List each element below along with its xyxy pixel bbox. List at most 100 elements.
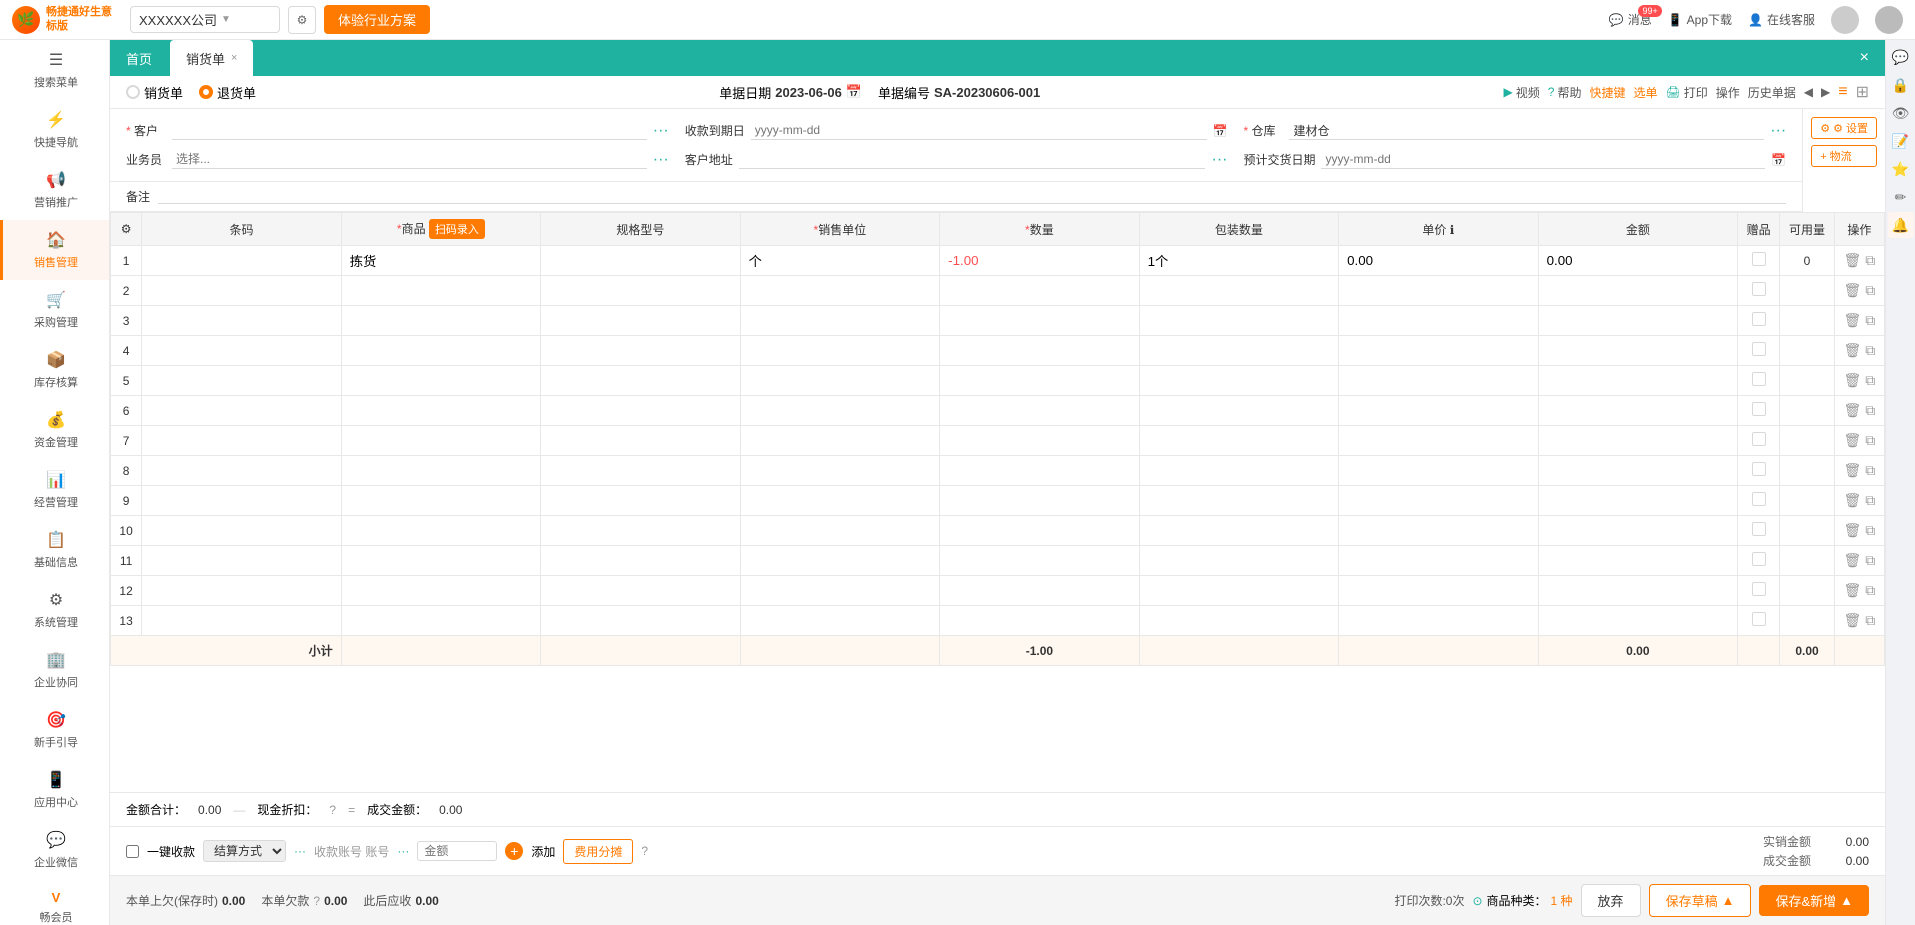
customer-addr-input[interactable] xyxy=(739,150,1206,169)
row-product-11[interactable] xyxy=(341,576,540,606)
row-unit-9[interactable] xyxy=(740,516,939,546)
row-barcode-10[interactable] xyxy=(142,546,341,576)
row-quantity-6[interactable] xyxy=(940,426,1139,456)
row-pkgqty-12[interactable] xyxy=(1139,606,1338,636)
row-spec-8[interactable] xyxy=(541,486,740,516)
row-delete-icon[interactable]: 🗑 xyxy=(1843,432,1861,449)
row-gift-6[interactable] xyxy=(1738,426,1780,456)
avatar[interactable] xyxy=(1831,6,1859,34)
row-amount-12[interactable] xyxy=(1538,606,1737,636)
payment-amount-input[interactable] xyxy=(417,841,497,861)
row-amount-3[interactable] xyxy=(1538,336,1737,366)
help-btn[interactable]: ? 帮助 xyxy=(1548,84,1582,101)
row-barcode-1[interactable] xyxy=(142,276,341,306)
row-delete-icon[interactable]: 🗑 xyxy=(1843,582,1861,599)
row-product-0[interactable] xyxy=(341,246,540,276)
row-product-7[interactable] xyxy=(341,456,540,486)
row-pkgqty-5[interactable] xyxy=(1139,396,1338,426)
row-pkgqty-8[interactable] xyxy=(1139,486,1338,516)
sidebar-item-guide[interactable]: 🎯 新手引导 xyxy=(0,700,109,760)
settings-action-btn[interactable]: ⚙ ⚙ 设置 xyxy=(1811,117,1877,139)
row-barcode-8[interactable] xyxy=(142,486,341,516)
sidebar-item-operations[interactable]: 📊 经营管理 xyxy=(0,460,109,520)
row-delete-icon[interactable]: 🗑 xyxy=(1843,342,1861,359)
row-product-3[interactable] xyxy=(341,336,540,366)
fee-split-btn[interactable]: 费用分摊 xyxy=(563,839,633,864)
row-unit-4[interactable] xyxy=(740,366,939,396)
row-product-6[interactable] xyxy=(341,426,540,456)
sidebar-item-marketing[interactable]: 📢 营销推广 xyxy=(0,160,109,220)
customer-input[interactable] xyxy=(172,121,647,140)
row-unitprice-10[interactable] xyxy=(1339,546,1538,576)
row-unitprice-9[interactable] xyxy=(1339,516,1538,546)
row-amount-5[interactable] xyxy=(1538,396,1737,426)
list-view-icon[interactable]: ≡ xyxy=(1838,83,1847,101)
row-gift-11[interactable] xyxy=(1738,576,1780,606)
row-quantity-2[interactable] xyxy=(940,306,1139,336)
row-quantity-0[interactable] xyxy=(940,246,1139,276)
row-amount-7[interactable] xyxy=(1538,456,1737,486)
row-product-2[interactable] xyxy=(341,306,540,336)
sidebar-item-sales[interactable]: 🏠 销售管理 xyxy=(0,220,109,280)
logistics-action-btn[interactable]: + 物流 xyxy=(1811,145,1877,167)
sidebar-item-quick-nav[interactable]: ⚡ 快捷导航 xyxy=(0,100,109,160)
row-unitprice-7[interactable] xyxy=(1339,456,1538,486)
row-product-9[interactable] xyxy=(341,516,540,546)
row-delete-icon[interactable]: 🗑 xyxy=(1843,252,1861,269)
operate-btn[interactable]: 操作 xyxy=(1716,84,1740,101)
sidebar-item-purchase[interactable]: 🛒 采购管理 xyxy=(0,280,109,340)
row-gift-2[interactable] xyxy=(1738,306,1780,336)
row-gift-0[interactable] xyxy=(1738,246,1780,276)
row-unitprice-11[interactable] xyxy=(1339,576,1538,606)
tab-sales-order[interactable]: 销货单 × xyxy=(170,40,253,76)
row-product-10[interactable] xyxy=(341,546,540,576)
row-product-4[interactable] xyxy=(341,366,540,396)
row-unit-10[interactable] xyxy=(740,546,939,576)
row-unitprice-3[interactable] xyxy=(1339,336,1538,366)
row-unit-0[interactable] xyxy=(740,246,939,276)
row-unit-2[interactable] xyxy=(740,306,939,336)
row-copy-icon[interactable]: ⧉ xyxy=(1865,552,1875,569)
row-gift-4[interactable] xyxy=(1738,366,1780,396)
row-amount-0[interactable] xyxy=(1538,246,1737,276)
online-service-action[interactable]: 👤 在线客服 xyxy=(1748,11,1815,28)
payment-due-input[interactable] xyxy=(751,121,1207,140)
row-unit-3[interactable] xyxy=(740,336,939,366)
rp-eye-btn[interactable]: 👁 xyxy=(1888,100,1914,126)
row-spec-7[interactable] xyxy=(541,456,740,486)
row-pkgqty-0[interactable] xyxy=(1139,246,1338,276)
row-unit-8[interactable] xyxy=(740,486,939,516)
remark-input[interactable] xyxy=(158,189,1786,204)
rp-note-btn[interactable]: 📝 xyxy=(1888,128,1914,154)
row-delete-icon[interactable]: 🗑 xyxy=(1843,522,1861,539)
scan-button[interactable]: 扫码录入 xyxy=(429,219,485,239)
save-draft-button[interactable]: 保存草稿 ▲ xyxy=(1649,884,1752,917)
row-copy-icon[interactable]: ⧉ xyxy=(1865,432,1875,449)
row-unit-12[interactable] xyxy=(740,606,939,636)
message-action[interactable]: 💬 消息 99+ xyxy=(1609,11,1652,28)
row-unitprice-0[interactable] xyxy=(1339,246,1538,276)
row-gift-3[interactable] xyxy=(1738,336,1780,366)
row-spec-3[interactable] xyxy=(541,336,740,366)
row-delete-icon[interactable]: 🗑 xyxy=(1843,312,1861,329)
row-unitprice-2[interactable] xyxy=(1339,306,1538,336)
row-spec-1[interactable] xyxy=(541,276,740,306)
row-quantity-12[interactable] xyxy=(940,606,1139,636)
app-download-action[interactable]: 📱 App下载 xyxy=(1668,11,1732,28)
calendar-icon[interactable]: 📅 xyxy=(846,84,862,100)
rp-comment-btn[interactable]: 💬 xyxy=(1888,44,1914,70)
row-barcode-4[interactable] xyxy=(142,366,341,396)
tab-close-icon[interactable]: × xyxy=(231,52,237,64)
row-delete-icon[interactable]: 🗑 xyxy=(1843,282,1861,299)
row-delete-icon[interactable]: 🗑 xyxy=(1843,402,1861,419)
sidebar-item-wechat[interactable]: 💬 企业微信 xyxy=(0,820,109,880)
row-pkgqty-7[interactable] xyxy=(1139,456,1338,486)
sidebar-item-base-info[interactable]: 📋 基础信息 xyxy=(0,520,109,580)
row-unit-6[interactable] xyxy=(740,426,939,456)
row-quantity-5[interactable] xyxy=(940,396,1139,426)
select-btn[interactable]: 选单 xyxy=(1633,84,1657,101)
row-gift-12[interactable] xyxy=(1738,606,1780,636)
row-pkgqty-3[interactable] xyxy=(1139,336,1338,366)
row-barcode-11[interactable] xyxy=(142,576,341,606)
row-unitprice-8[interactable] xyxy=(1339,486,1538,516)
